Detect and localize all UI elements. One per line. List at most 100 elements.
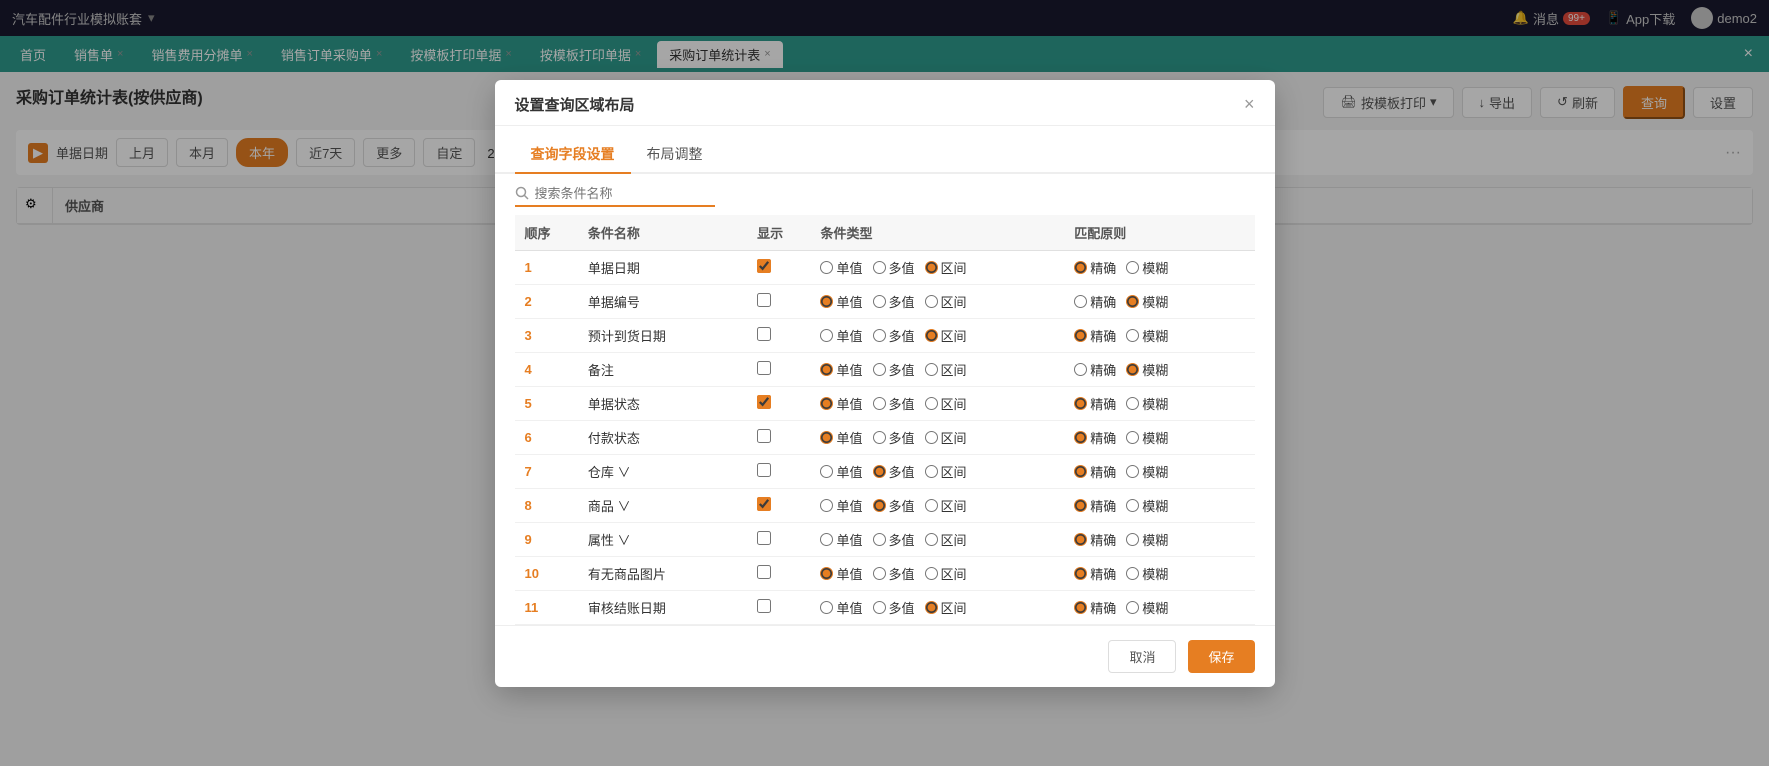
display-checkbox[interactable] — [757, 463, 771, 477]
radio-range[interactable] — [925, 601, 938, 614]
radio-multi-label[interactable]: 多值 — [873, 292, 915, 311]
radio-single-label[interactable]: 单值 — [820, 462, 862, 481]
radio-fuzzy-label[interactable]: 模糊 — [1126, 598, 1168, 617]
display-checkbox[interactable] — [757, 565, 771, 579]
radio-range-label[interactable]: 区间 — [925, 496, 967, 515]
radio-fuzzy[interactable] — [1126, 533, 1139, 546]
radio-range[interactable] — [925, 567, 938, 580]
display-checkbox[interactable] — [757, 259, 771, 273]
radio-exact-label[interactable]: 精确 — [1074, 428, 1116, 447]
row-display-checkbox[interactable] — [747, 488, 810, 522]
radio-fuzzy-label[interactable]: 模糊 — [1126, 292, 1168, 311]
radio-single-label[interactable]: 单值 — [820, 394, 862, 413]
radio-exact-label[interactable]: 精确 — [1074, 394, 1116, 413]
radio-single-label[interactable]: 单值 — [820, 360, 862, 379]
radio-multi-label[interactable]: 多值 — [873, 496, 915, 515]
radio-multi[interactable] — [873, 295, 886, 308]
radio-exact[interactable] — [1074, 465, 1087, 478]
radio-single[interactable] — [820, 397, 833, 410]
display-checkbox[interactable] — [757, 429, 771, 443]
radio-exact[interactable] — [1074, 363, 1087, 376]
radio-exact-label[interactable]: 精确 — [1074, 530, 1116, 549]
radio-range[interactable] — [925, 261, 938, 274]
radio-single-label[interactable]: 单值 — [820, 326, 862, 345]
display-checkbox[interactable] — [757, 599, 771, 613]
radio-fuzzy-label[interactable]: 模糊 — [1126, 530, 1168, 549]
radio-range-label[interactable]: 区间 — [925, 360, 967, 379]
radio-exact[interactable] — [1074, 431, 1087, 444]
display-checkbox[interactable] — [757, 531, 771, 545]
radio-fuzzy[interactable] — [1126, 397, 1139, 410]
radio-range-label[interactable]: 区间 — [925, 394, 967, 413]
search-input[interactable] — [535, 186, 695, 201]
radio-multi[interactable] — [873, 363, 886, 376]
radio-exact-label[interactable]: 精确 — [1074, 360, 1116, 379]
radio-multi-label[interactable]: 多值 — [873, 564, 915, 583]
radio-range-label[interactable]: 区间 — [925, 258, 967, 277]
radio-fuzzy[interactable] — [1126, 431, 1139, 444]
radio-multi[interactable] — [873, 499, 886, 512]
radio-fuzzy-label[interactable]: 模糊 — [1126, 258, 1168, 277]
row-display-checkbox[interactable] — [747, 454, 810, 488]
radio-multi[interactable] — [873, 601, 886, 614]
radio-range[interactable] — [925, 363, 938, 376]
radio-multi-label[interactable]: 多值 — [873, 326, 915, 345]
radio-single[interactable] — [820, 431, 833, 444]
radio-multi-label[interactable]: 多值 — [873, 258, 915, 277]
radio-multi[interactable] — [873, 261, 886, 274]
radio-fuzzy-label[interactable]: 模糊 — [1126, 326, 1168, 345]
radio-range[interactable] — [925, 499, 938, 512]
radio-fuzzy[interactable] — [1126, 601, 1139, 614]
display-checkbox[interactable] — [757, 497, 771, 511]
radio-range[interactable] — [925, 295, 938, 308]
radio-range[interactable] — [925, 465, 938, 478]
radio-single[interactable] — [820, 329, 833, 342]
radio-single-label[interactable]: 单值 — [820, 428, 862, 447]
radio-multi[interactable] — [873, 533, 886, 546]
radio-range-label[interactable]: 区间 — [925, 530, 967, 549]
radio-fuzzy-label[interactable]: 模糊 — [1126, 564, 1168, 583]
radio-range-label[interactable]: 区间 — [925, 462, 967, 481]
row-display-checkbox[interactable] — [747, 522, 810, 556]
radio-fuzzy[interactable] — [1126, 567, 1139, 580]
display-checkbox[interactable] — [757, 327, 771, 341]
radio-single-label[interactable]: 单值 — [820, 564, 862, 583]
radio-fuzzy[interactable] — [1126, 295, 1139, 308]
radio-single[interactable] — [820, 465, 833, 478]
radio-multi[interactable] — [873, 567, 886, 580]
radio-single-label[interactable]: 单值 — [820, 258, 862, 277]
radio-multi-label[interactable]: 多值 — [873, 428, 915, 447]
radio-multi[interactable] — [873, 431, 886, 444]
radio-exact[interactable] — [1074, 499, 1087, 512]
radio-exact[interactable] — [1074, 533, 1087, 546]
display-checkbox[interactable] — [757, 293, 771, 307]
radio-single[interactable] — [820, 261, 833, 274]
radio-range-label[interactable]: 区间 — [925, 326, 967, 345]
radio-exact-label[interactable]: 精确 — [1074, 496, 1116, 515]
radio-single[interactable] — [820, 499, 833, 512]
radio-exact[interactable] — [1074, 397, 1087, 410]
radio-exact[interactable] — [1074, 261, 1087, 274]
radio-single-label[interactable]: 单值 — [820, 496, 862, 515]
radio-range[interactable] — [925, 329, 938, 342]
radio-fuzzy[interactable] — [1126, 499, 1139, 512]
display-checkbox[interactable] — [757, 361, 771, 375]
radio-single[interactable] — [820, 533, 833, 546]
radio-exact-label[interactable]: 精确 — [1074, 258, 1116, 277]
radio-fuzzy-label[interactable]: 模糊 — [1126, 462, 1168, 481]
radio-range[interactable] — [925, 533, 938, 546]
tab-layout-adjust[interactable]: 布局调整 — [631, 136, 719, 174]
radio-exact-label[interactable]: 精确 — [1074, 326, 1116, 345]
radio-exact[interactable] — [1074, 329, 1087, 342]
radio-multi-label[interactable]: 多值 — [873, 598, 915, 617]
radio-fuzzy-label[interactable]: 模糊 — [1126, 428, 1168, 447]
radio-single[interactable] — [820, 601, 833, 614]
radio-range[interactable] — [925, 397, 938, 410]
radio-exact[interactable] — [1074, 567, 1087, 580]
row-display-checkbox[interactable] — [747, 556, 810, 590]
row-display-checkbox[interactable] — [747, 250, 810, 284]
radio-range-label[interactable]: 区间 — [925, 598, 967, 617]
radio-single[interactable] — [820, 363, 833, 376]
radio-exact-label[interactable]: 精确 — [1074, 292, 1116, 311]
radio-exact-label[interactable]: 精确 — [1074, 462, 1116, 481]
